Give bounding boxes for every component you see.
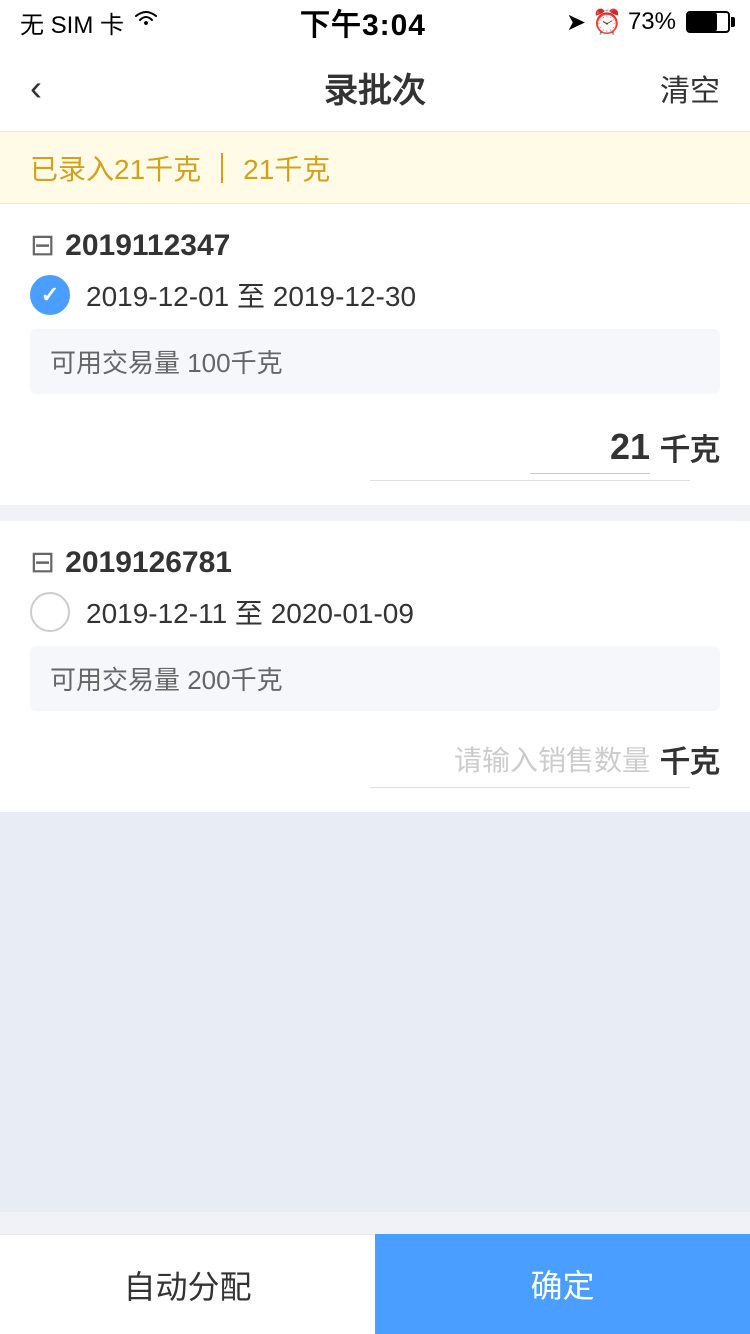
batch-1-separator bbox=[370, 480, 690, 481]
batch-1-check-icon: ✓ bbox=[41, 282, 59, 308]
batch-2-available: 可用交易量 200千克 bbox=[30, 646, 720, 711]
batch-2-unit: 千克 bbox=[660, 737, 720, 781]
batch-1-date-row: ✓ 2019-12-01 至 2019-12-30 bbox=[30, 275, 720, 315]
confirm-button[interactable]: 确定 bbox=[375, 1234, 750, 1334]
sim-text: 无 SIM 卡 bbox=[20, 5, 124, 40]
batch-card-1: ⊟ 2019112347 ✓ 2019-12-01 至 2019-12-30 可… bbox=[0, 204, 750, 505]
content-area: ⊟ 2019112347 ✓ 2019-12-01 至 2019-12-30 可… bbox=[0, 204, 750, 1212]
batch-1-available: 可用交易量 100千克 bbox=[30, 329, 720, 394]
alarm-icon: ⏰ bbox=[592, 8, 622, 37]
batch-1-quantity-row: 千克 bbox=[30, 410, 720, 474]
summary-banner: 已录入21千克 21千克 bbox=[0, 132, 750, 204]
status-left: 无 SIM 卡 bbox=[20, 5, 160, 40]
batch-1-header: ⊟ 2019112347 bbox=[30, 228, 720, 263]
location-icon: ➤ bbox=[566, 8, 586, 37]
batch-2-placeholder: 请输入销售数量 bbox=[454, 739, 650, 779]
battery-percent: 73% bbox=[628, 8, 676, 36]
batch-1-unit: 千克 bbox=[660, 425, 720, 469]
batch-2-separator bbox=[370, 787, 690, 788]
batch-2-id: 2019126781 bbox=[65, 546, 232, 580]
wifi-icon bbox=[132, 8, 160, 36]
summary-label: 已录入21千克 bbox=[30, 148, 201, 188]
batch-2-date-row: 2019-12-11 至 2020-01-09 bbox=[30, 592, 720, 632]
batch-card-2: ⊟ 2019126781 2019-12-11 至 2020-01-09 可用交… bbox=[0, 521, 750, 812]
summary-amount: 21千克 bbox=[243, 148, 330, 188]
status-right: ➤ ⏰ 73% bbox=[566, 8, 730, 37]
batch-1-doc-icon: ⊟ bbox=[30, 228, 55, 263]
status-time: 下午3:04 bbox=[300, 0, 426, 44]
clear-button[interactable]: 清空 bbox=[660, 66, 720, 110]
batch-2-doc-icon: ⊟ bbox=[30, 545, 55, 580]
section-gap-1 bbox=[0, 505, 750, 521]
status-bar: 无 SIM 卡 下午3:04 ➤ ⏰ 73% bbox=[0, 0, 750, 44]
bottom-bar: 自动分配 确定 bbox=[0, 1234, 750, 1334]
battery-icon bbox=[686, 11, 730, 33]
batch-2-header: ⊟ 2019126781 bbox=[30, 545, 720, 580]
nav-bar: ‹ 录批次 清空 bbox=[0, 44, 750, 132]
page-title: 录批次 bbox=[324, 63, 426, 112]
batch-1-id: 2019112347 bbox=[65, 229, 230, 263]
summary-divider bbox=[221, 153, 223, 183]
batch-2-date: 2019-12-11 至 2020-01-09 bbox=[86, 592, 414, 632]
back-button[interactable]: ‹ bbox=[30, 67, 90, 109]
auto-distribute-button[interactable]: 自动分配 bbox=[0, 1234, 375, 1334]
batch-1-date: 2019-12-01 至 2019-12-30 bbox=[86, 275, 416, 315]
batch-2-quantity-row: 请输入销售数量 千克 bbox=[30, 727, 720, 781]
batch-1-quantity-input[interactable] bbox=[530, 420, 650, 474]
batch-1-radio[interactable]: ✓ bbox=[30, 275, 70, 315]
batch-2-radio[interactable] bbox=[30, 592, 70, 632]
bottom-empty-space bbox=[0, 812, 750, 1212]
